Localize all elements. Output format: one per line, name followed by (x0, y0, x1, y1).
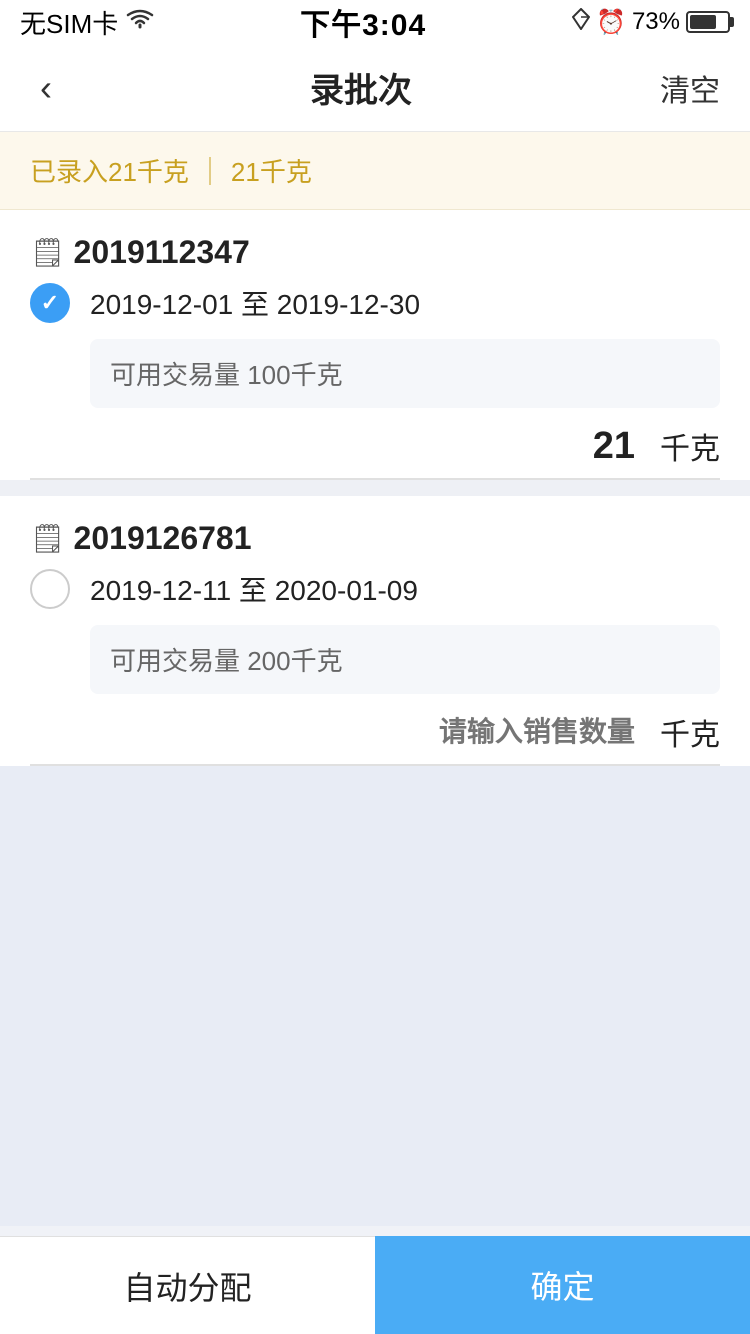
batch-amount-input-2[interactable] (350, 716, 650, 748)
batch-date-row-1[interactable]: 2019-12-01 至 2019-12-30 (30, 283, 720, 323)
bottom-area (0, 766, 750, 1226)
batch-id-icon-2: 🗒 (30, 522, 66, 555)
nav-bar: ‹ 录批次 清空 (0, 44, 750, 132)
bottom-bar: 自动分配 确定 (0, 1236, 750, 1334)
section-gap (0, 480, 750, 496)
batch-date-1: 2019-12-01 至 2019-12-30 (90, 283, 420, 323)
info-value: 21千克 (231, 152, 312, 189)
location-icon (572, 8, 590, 37)
batch-id-icon-1: 🗒 (30, 236, 66, 269)
radio-unchecked-2[interactable] (30, 569, 70, 609)
batch-id-1: 2019112347 (74, 234, 250, 271)
batch-item-1-content: 🗒 2019112347 2019-12-01 至 2019-12-30 可用交… (0, 210, 750, 408)
sim-text: 无SIM卡 (20, 4, 118, 41)
back-button[interactable]: ‹ (30, 57, 62, 119)
batch-id-row-2: 🗒 2019126781 (30, 520, 720, 557)
batch-unit-1: 千克 (660, 424, 720, 468)
batch-unit-2: 千克 (660, 710, 720, 754)
status-left: 无SIM卡 (20, 4, 154, 41)
batch-amount-row-1: 千克 (0, 408, 750, 468)
available-qty-2: 可用交易量 200千克 (90, 625, 720, 694)
batch-id-2: 2019126781 (74, 520, 252, 557)
batch-id-row-1: 🗒 2019112347 (30, 234, 720, 271)
input-amount-row-2: 千克 (0, 694, 750, 754)
info-divider (209, 157, 211, 185)
status-time: 下午3:04 (300, 0, 426, 44)
clear-button[interactable]: 清空 (660, 66, 720, 110)
batch-date-2: 2019-12-11 至 2020-01-09 (90, 569, 418, 609)
status-bar: 无SIM卡 下午3:04 ⏰ 73% (0, 0, 750, 44)
info-label: 已录入21千克 (30, 152, 189, 189)
radio-checked-1[interactable] (30, 283, 70, 323)
batch-item-1: 🗒 2019112347 2019-12-01 至 2019-12-30 可用交… (0, 210, 750, 480)
wifi-icon (126, 7, 154, 38)
status-right: ⏰ 73% (572, 8, 730, 37)
auto-distribute-button[interactable]: 自动分配 (0, 1236, 375, 1334)
batch-item-2-content: 🗒 2019126781 2019-12-11 至 2020-01-09 可用交… (0, 496, 750, 694)
battery-percent: 73% (632, 8, 680, 36)
info-banner: 已录入21千克 21千克 (0, 132, 750, 210)
batch-date-row-2[interactable]: 2019-12-11 至 2020-01-09 (30, 569, 720, 609)
battery-icon (686, 11, 730, 33)
batch-item-2: 🗒 2019126781 2019-12-11 至 2020-01-09 可用交… (0, 496, 750, 766)
alarm-icon: ⏰ (596, 8, 626, 37)
available-qty-1: 可用交易量 100千克 (90, 339, 720, 408)
batch-amount-input-1[interactable] (530, 425, 650, 468)
page-title: 录批次 (310, 63, 412, 112)
confirm-button[interactable]: 确定 (375, 1236, 750, 1334)
